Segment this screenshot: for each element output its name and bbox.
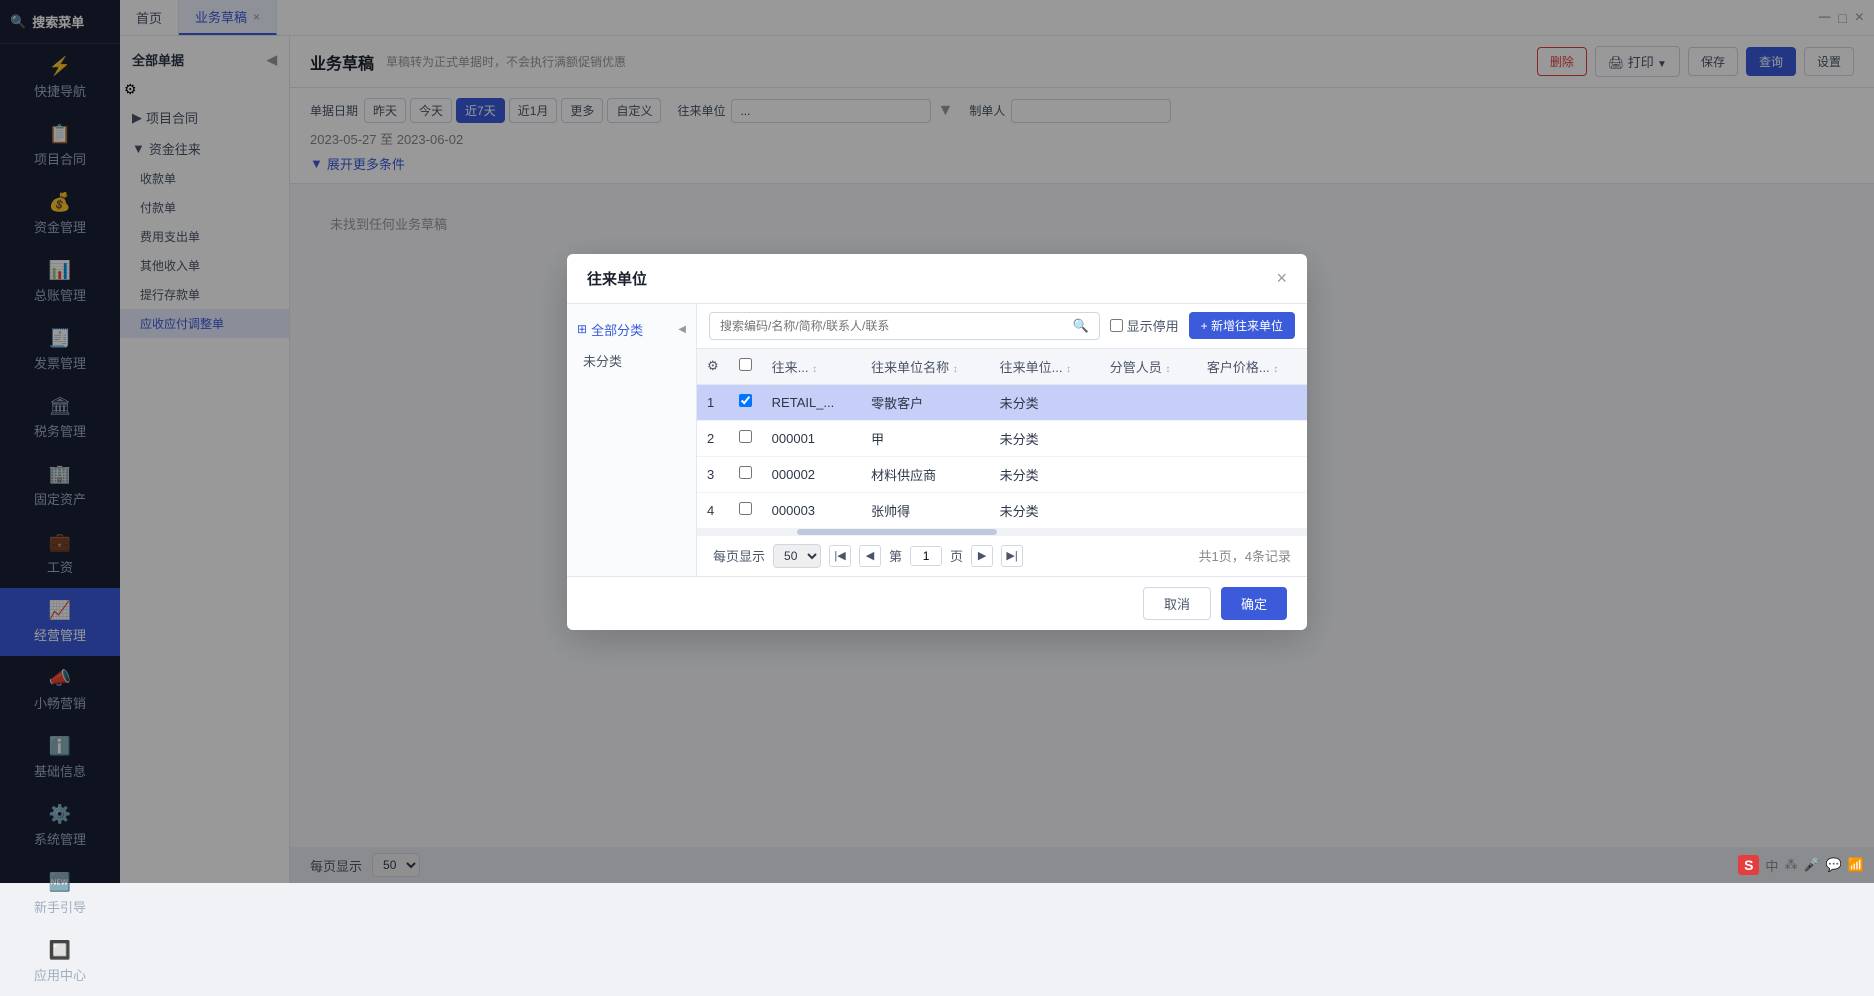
partner-modal: 往来单位 × ⊞ 全部分类 ◀ 未分类 <box>567 254 1307 630</box>
modal-header: 往来单位 × <box>567 254 1307 304</box>
row-code: 000003 <box>762 492 862 528</box>
col-name[interactable]: 往来单位名称 ↕ <box>861 349 989 385</box>
row-checkbox[interactable] <box>729 420 762 456</box>
row-checkbox[interactable] <box>729 456 762 492</box>
col-price-level[interactable]: 客户价格... ↕ <box>1197 349 1307 385</box>
col-salesperson[interactable]: 分管人员 ↕ <box>1100 349 1197 385</box>
status-bar: S 中 ⁂ 🎤 💬 📶 <box>1738 855 1864 875</box>
modal-table: ⚙ 往来... ↕ 往来单位名称 ↕ 往来单位... ↕ 分管人员 ↕ 客户价格… <box>697 349 1307 529</box>
modal-overlay: 往来单位 × ⊞ 全部分类 ◀ 未分类 <box>0 0 1874 883</box>
category-collapse-button[interactable]: ◀ <box>678 324 686 335</box>
row-name: 零散客户 <box>861 384 989 420</box>
page-num-label: 第 <box>889 546 902 565</box>
row-category: 未分类 <box>990 420 1100 456</box>
modal-page-size-label: 每页显示 <box>713 546 765 565</box>
row-salesperson <box>1100 420 1197 456</box>
cancel-button[interactable]: 取消 <box>1143 587 1211 620</box>
row-code: 000002 <box>762 456 862 492</box>
row-category: 未分类 <box>990 384 1100 420</box>
modal-search-box: 🔍 <box>709 312 1100 340</box>
first-page-button[interactable]: |◀ <box>829 545 851 567</box>
confirm-button[interactable]: 确定 <box>1221 587 1287 620</box>
modal-toolbar: 🔍 显示停用 + 新增往来单位 <box>697 304 1307 349</box>
show-disabled-checkbox-label[interactable]: 显示停用 <box>1110 316 1179 335</box>
row-price-level <box>1197 492 1307 528</box>
table-row[interactable]: 2 000001 甲 未分类 <box>697 420 1307 456</box>
status-mic: 🎤 <box>1803 857 1819 873</box>
last-page-button[interactable]: ▶| <box>1001 545 1023 567</box>
col-category[interactable]: 往来单位... ↕ <box>990 349 1100 385</box>
row-price-level <box>1197 420 1307 456</box>
show-disabled-checkbox[interactable] <box>1110 319 1123 332</box>
row-code: 000001 <box>762 420 862 456</box>
row-num: 3 <box>697 456 729 492</box>
status-chat: 💬 <box>1826 857 1842 873</box>
row-salesperson <box>1100 492 1197 528</box>
total-info: 共1页，4条记录 <box>1199 546 1291 565</box>
modal-search-input[interactable] <box>720 319 1066 333</box>
row-num: 4 <box>697 492 729 528</box>
table-row[interactable]: 1 RETAIL_... 零散客户 未分类 <box>697 384 1307 420</box>
modal-pagination: 每页显示 50 |◀ ◀ 第 页 ▶ ▶| 共1页，4条记录 <box>697 535 1307 576</box>
status-dot: ⁂ <box>1784 857 1797 873</box>
row-price-level <box>1197 384 1307 420</box>
row-category: 未分类 <box>990 492 1100 528</box>
sidebar-item-appcenter[interactable]: 🔲 应用中心 <box>0 928 120 996</box>
row-category: 未分类 <box>990 456 1100 492</box>
modal-close-button[interactable]: × <box>1276 268 1287 289</box>
col-checkbox <box>729 349 762 385</box>
row-num: 2 <box>697 420 729 456</box>
row-salesperson <box>1100 384 1197 420</box>
table-row[interactable]: 4 000003 张帅得 未分类 <box>697 492 1307 528</box>
page-number-input[interactable] <box>910 546 942 566</box>
row-checkbox[interactable] <box>729 492 762 528</box>
row-salesperson <box>1100 456 1197 492</box>
appcenter-icon: 🔲 <box>49 940 71 961</box>
modal-category-unclassified[interactable]: 未分类 <box>567 345 696 376</box>
add-partner-button[interactable]: + 新增往来单位 <box>1189 312 1295 339</box>
prev-page-button[interactable]: ◀ <box>859 545 881 567</box>
modal-category-header: ⊞ 全部分类 ◀ <box>567 314 696 345</box>
row-checkbox[interactable] <box>729 384 762 420</box>
partner-table: ⚙ 往来... ↕ 往来单位名称 ↕ 往来单位... ↕ 分管人员 ↕ 客户价格… <box>697 349 1307 529</box>
modal-scroll-thumb[interactable] <box>797 529 997 535</box>
grid-icon: ⊞ <box>577 322 587 336</box>
row-code: RETAIL_... <box>762 384 862 420</box>
modal-page-size-select[interactable]: 50 <box>773 544 821 568</box>
modal-left-panel: ⊞ 全部分类 ◀ 未分类 <box>567 304 697 576</box>
status-chinese: 中 <box>1765 856 1778 875</box>
modal-footer: 取消 确定 <box>567 576 1307 630</box>
table-row[interactable]: 3 000002 材料供应商 未分类 <box>697 456 1307 492</box>
modal-title: 往来单位 <box>587 268 647 289</box>
sidebar-item-label: 新手引导 <box>34 897 86 916</box>
select-all-checkbox[interactable] <box>739 358 752 371</box>
modal-scroll-bar[interactable] <box>697 529 1307 535</box>
sidebar-item-label: 应用中心 <box>34 965 86 984</box>
status-signal: 📶 <box>1848 857 1864 873</box>
row-price-level <box>1197 456 1307 492</box>
modal-right-panel: 🔍 显示停用 + 新增往来单位 ⚙ <box>697 304 1307 576</box>
modal-body: ⊞ 全部分类 ◀ 未分类 🔍 显示停用 <box>567 304 1307 576</box>
col-settings[interactable]: ⚙ <box>697 349 729 385</box>
search-icon: 🔍 <box>1072 318 1088 334</box>
next-page-button[interactable]: ▶ <box>971 545 993 567</box>
status-logo-icon: S <box>1738 855 1759 875</box>
row-num: 1 <box>697 384 729 420</box>
row-name: 材料供应商 <box>861 456 989 492</box>
col-code[interactable]: 往来... ↕ <box>762 349 862 385</box>
row-name: 张帅得 <box>861 492 989 528</box>
row-name: 甲 <box>861 420 989 456</box>
page-unit-label: 页 <box>950 546 963 565</box>
